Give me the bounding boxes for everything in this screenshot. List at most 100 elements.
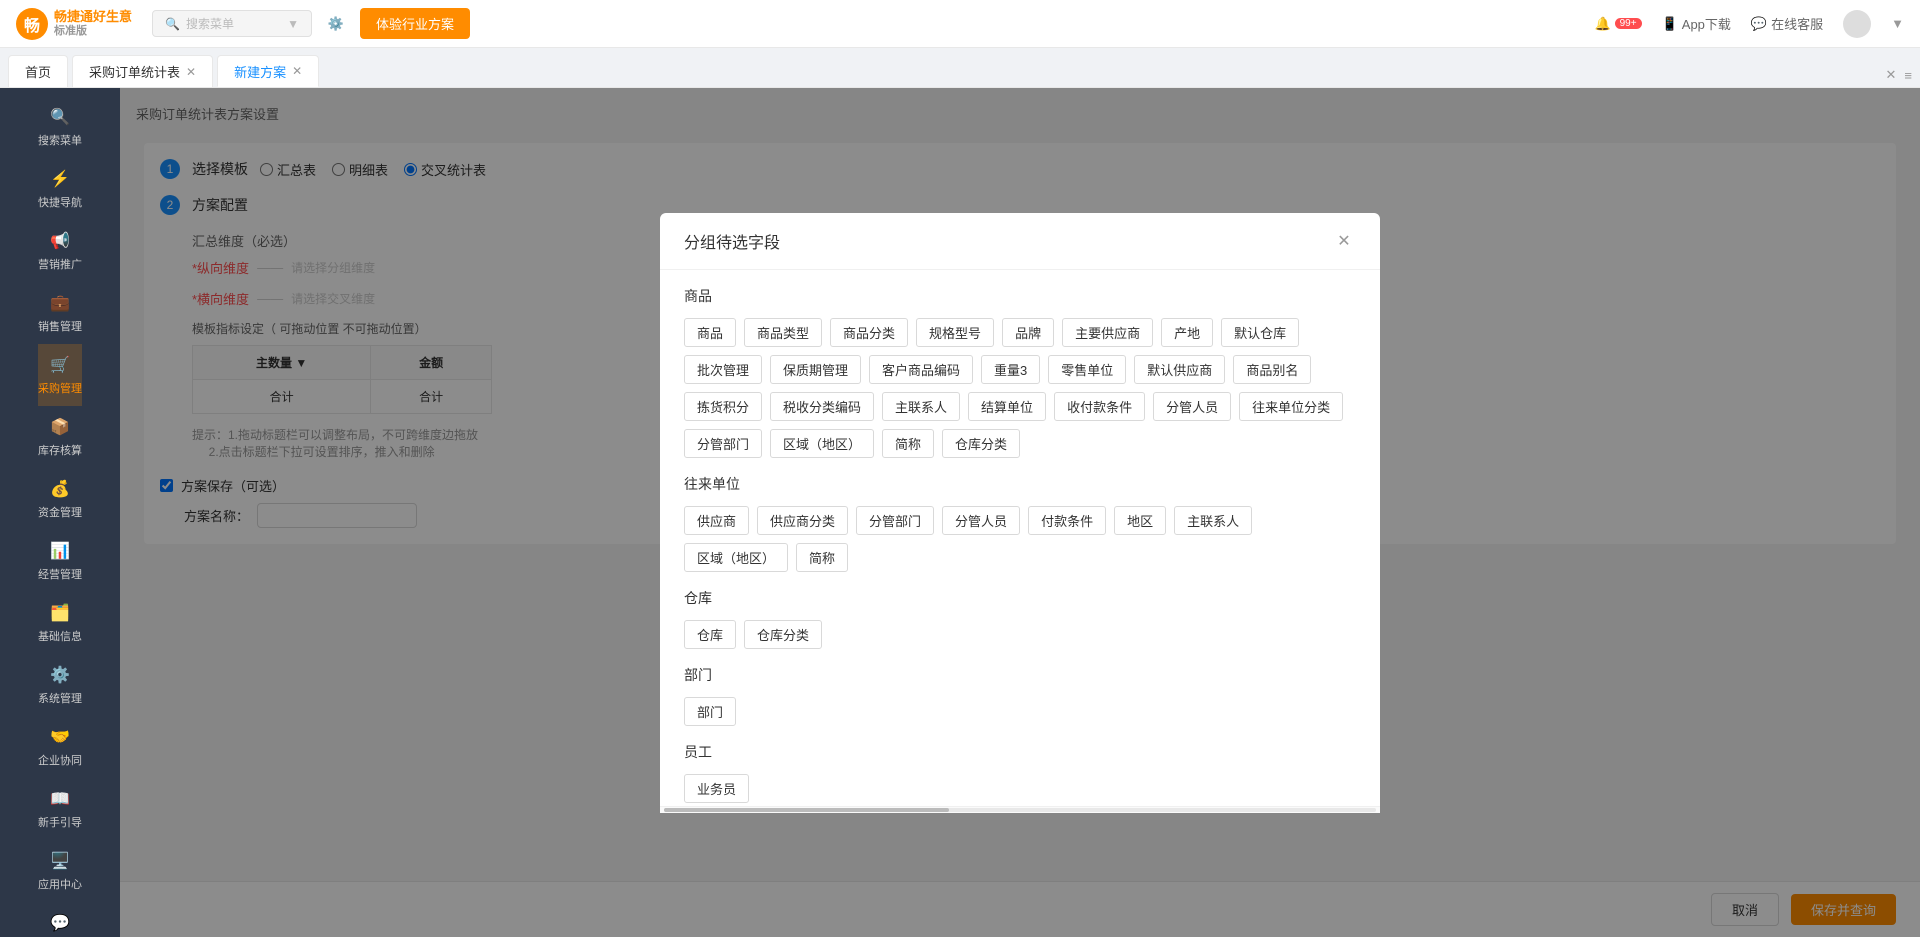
section-title-department: 部门	[684, 665, 1356, 685]
sidebar-label-8: 基础信息	[38, 628, 82, 644]
sidebar-item-1[interactable]: ⚡ 快捷导航	[38, 158, 82, 220]
logo-icon: 畅	[16, 8, 48, 40]
sidebar-item-0[interactable]: 🔍 搜索菜单	[38, 96, 82, 158]
sidebar-item-7[interactable]: 📊 经营管理	[38, 530, 82, 592]
tab-homepage[interactable]: 首页	[8, 55, 68, 87]
tag-employee-0[interactable]: 业务员	[684, 774, 749, 803]
sidebar-item-9[interactable]: ⚙️ 系统管理	[38, 654, 82, 716]
tag-goods-21[interactable]: 往来单位分类	[1239, 392, 1343, 421]
tag-goods-25[interactable]: 仓库分类	[942, 429, 1020, 458]
tag-partner-4[interactable]: 付款条件	[1028, 506, 1106, 535]
tag-warehouse-0[interactable]: 仓库	[684, 620, 736, 649]
modal-dialog: 分组待选字段 ✕ 商品商品商品类型商品分类规格型号品牌主要供应商产地默认仓库批次…	[660, 213, 1380, 813]
tag-partner-7[interactable]: 区域（地区）	[684, 543, 788, 572]
tag-goods-2[interactable]: 商品分类	[830, 318, 908, 347]
scrollbar-thumb-h	[664, 808, 949, 812]
sidebar-icon-5: 📦	[49, 416, 71, 438]
section-title-goods: 商品	[684, 286, 1356, 306]
sidebar-item-8[interactable]: 🗂️ 基础信息	[38, 592, 82, 654]
tag-goods-24[interactable]: 简称	[882, 429, 934, 458]
section-title-partner: 往来单位	[684, 474, 1356, 494]
sidebar-label-12: 应用中心	[38, 876, 82, 892]
settings-button[interactable]: ⚙️	[320, 8, 352, 40]
sidebar-label-1: 快捷导航	[38, 194, 82, 210]
support-icon: 💬	[1751, 16, 1767, 32]
logo-text: 畅捷通好生意 标准版	[54, 9, 132, 38]
sidebar-item-12[interactable]: 🖥️ 应用中心	[38, 840, 82, 902]
tab-bar-expand-icon[interactable]: ≡	[1904, 68, 1912, 83]
tag-goods-12[interactable]: 零售单位	[1048, 355, 1126, 384]
modal-close-button[interactable]: ✕	[1332, 229, 1356, 253]
tag-goods-18[interactable]: 结算单位	[968, 392, 1046, 421]
sidebar-icon-8: 🗂️	[49, 602, 71, 624]
tag-partner-3[interactable]: 分管人员	[942, 506, 1020, 535]
sidebar-item-3[interactable]: 💼 销售管理	[38, 282, 82, 344]
scrollbar-track	[664, 808, 1376, 812]
tag-grid-department: 部门	[684, 697, 1356, 726]
modal-horizontal-scrollbar[interactable]	[660, 806, 1380, 813]
tag-partner-6[interactable]: 主联系人	[1174, 506, 1252, 535]
tag-goods-23[interactable]: 区域（地区）	[770, 429, 874, 458]
tab-close-new[interactable]: ✕	[292, 64, 302, 78]
sidebar-label-9: 系统管理	[38, 690, 82, 706]
sidebar-item-10[interactable]: 🤝 企业协同	[38, 716, 82, 778]
tag-partner-2[interactable]: 分管部门	[856, 506, 934, 535]
sidebar-icon-13: 💬	[49, 912, 71, 934]
search-icon: 🔍	[165, 17, 180, 31]
tag-partner-5[interactable]: 地区	[1114, 506, 1166, 535]
avatar[interactable]	[1843, 10, 1871, 38]
tag-partner-0[interactable]: 供应商	[684, 506, 749, 535]
tag-goods-1[interactable]: 商品类型	[744, 318, 822, 347]
tag-goods-14[interactable]: 商品别名	[1233, 355, 1311, 384]
app-download-icon: 📱	[1662, 16, 1678, 32]
notification-icon: 🔔	[1594, 16, 1610, 32]
tag-goods-15[interactable]: 拣货积分	[684, 392, 762, 421]
tag-goods-9[interactable]: 保质期管理	[770, 355, 861, 384]
tag-goods-6[interactable]: 产地	[1161, 318, 1213, 347]
sidebar-item-4[interactable]: 🛒 采购管理	[38, 344, 82, 406]
tag-goods-10[interactable]: 客户商品编码	[869, 355, 973, 384]
tag-goods-11[interactable]: 重量3	[981, 355, 1040, 384]
tag-goods-3[interactable]: 规格型号	[916, 318, 994, 347]
trial-button[interactable]: 体验行业方案	[360, 8, 470, 39]
sidebar-label-5: 库存核算	[38, 442, 82, 458]
search-input-area[interactable]: 🔍 搜索菜单 ▼	[152, 10, 312, 37]
modal-header: 分组待选字段 ✕	[660, 213, 1380, 270]
tab-close-purchase[interactable]: ✕	[186, 65, 196, 79]
sidebar-icon-1: ⚡	[49, 168, 71, 190]
sidebar-label-4: 采购管理	[38, 380, 82, 396]
tag-goods-16[interactable]: 税收分类编码	[770, 392, 874, 421]
tag-goods-8[interactable]: 批次管理	[684, 355, 762, 384]
tab-bar-close-icon[interactable]: ✕	[1886, 67, 1897, 83]
tag-goods-4[interactable]: 品牌	[1002, 318, 1054, 347]
sidebar-item-5[interactable]: 📦 库存核算	[38, 406, 82, 468]
modal-overlay: 分组待选字段 ✕ 商品商品商品类型商品分类规格型号品牌主要供应商产地默认仓库批次…	[120, 88, 1920, 937]
tab-new-scheme[interactable]: 新建方案 ✕	[217, 55, 319, 87]
sidebar-label-0: 搜索菜单	[38, 132, 82, 148]
sidebar-item-2[interactable]: 📢 营销推广	[38, 220, 82, 282]
sidebar-item-11[interactable]: 📖 新手引导	[38, 778, 82, 840]
tag-goods-17[interactable]: 主联系人	[882, 392, 960, 421]
sidebar-label-11: 新手引导	[38, 814, 82, 830]
tag-goods-22[interactable]: 分管部门	[684, 429, 762, 458]
tag-grid-employee: 业务员	[684, 774, 1356, 803]
tab-purchase-stats[interactable]: 采购订单统计表 ✕	[72, 55, 213, 87]
tag-department-0[interactable]: 部门	[684, 697, 736, 726]
tag-partner-1[interactable]: 供应商分类	[757, 506, 848, 535]
sidebar-item-13[interactable]: 💬 企业微信	[38, 902, 82, 937]
notification-item[interactable]: 🔔 99+	[1594, 16, 1641, 32]
tag-goods-5[interactable]: 主要供应商	[1062, 318, 1153, 347]
app-download-item[interactable]: 📱 App下载	[1662, 14, 1731, 33]
sidebar-item-6[interactable]: 💰 资金管理	[38, 468, 82, 530]
tag-goods-0[interactable]: 商品	[684, 318, 736, 347]
tag-goods-19[interactable]: 收付款条件	[1054, 392, 1145, 421]
user-dropdown-icon[interactable]: ▼	[1891, 16, 1904, 31]
tag-goods-13[interactable]: 默认供应商	[1134, 355, 1225, 384]
tag-partner-8[interactable]: 简称	[796, 543, 848, 572]
tag-goods-20[interactable]: 分管人员	[1153, 392, 1231, 421]
tag-warehouse-1[interactable]: 仓库分类	[744, 620, 822, 649]
modal-body[interactable]: 商品商品商品类型商品分类规格型号品牌主要供应商产地默认仓库批次管理保质期管理客户…	[660, 270, 1380, 806]
sidebar-label-3: 销售管理	[38, 318, 82, 334]
online-support-item[interactable]: 💬 在线客服	[1751, 14, 1823, 33]
tag-goods-7[interactable]: 默认仓库	[1221, 318, 1299, 347]
